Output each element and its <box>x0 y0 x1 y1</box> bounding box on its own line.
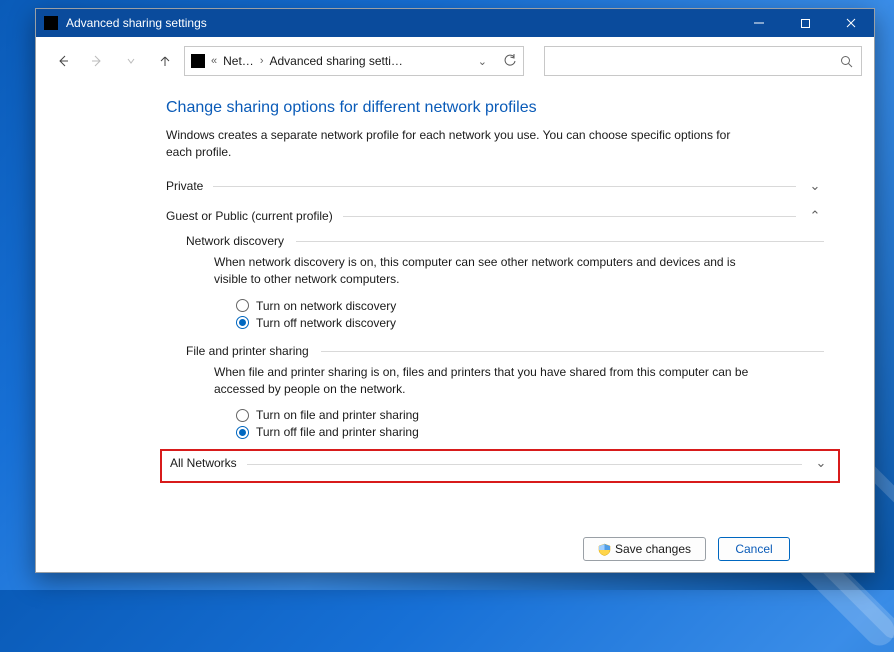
close-button[interactable] <box>828 9 874 37</box>
chevron-down-icon: ⌄ <box>806 178 824 194</box>
window: Advanced sharing settings « Net… › <box>35 8 875 573</box>
footer: Save changes Cancel <box>36 526 874 572</box>
radio-label: Turn off file and printer sharing <box>256 425 419 439</box>
radio-label: Turn on file and printer sharing <box>256 408 419 422</box>
radio-file-printer-on[interactable]: Turn on file and printer sharing <box>236 408 824 422</box>
radio-network-discovery-on[interactable]: Turn on network discovery <box>236 299 824 313</box>
breadcrumb-seg1[interactable]: Net… <box>223 54 254 68</box>
minimize-button[interactable] <box>736 9 782 37</box>
search-icon <box>840 55 853 68</box>
recent-dropdown[interactable] <box>116 46 146 76</box>
forward-button[interactable] <box>82 46 112 76</box>
window-title: Advanced sharing settings <box>66 16 207 30</box>
subsection-network-discovery: Network discovery <box>186 234 824 248</box>
file-printer-description: When file and printer sharing is on, fil… <box>214 364 754 399</box>
address-bar[interactable]: « Net… › Advanced sharing setti… ⌄ <box>184 46 524 76</box>
refresh-button[interactable] <box>503 54 517 68</box>
file-printer-label: File and printer sharing <box>186 344 309 358</box>
radio-label: Turn on network discovery <box>256 299 396 313</box>
section-private-label: Private <box>166 179 203 193</box>
maximize-button[interactable] <box>782 9 828 37</box>
network-discovery-radios: Turn on network discovery Turn off netwo… <box>236 299 824 330</box>
save-changes-button[interactable]: Save changes <box>583 537 706 561</box>
save-changes-label: Save changes <box>615 542 691 556</box>
cancel-button[interactable]: Cancel <box>718 537 790 561</box>
section-all-networks[interactable]: All Networks ⌄ <box>170 455 830 471</box>
section-guest[interactable]: Guest or Public (current profile) ⌃ <box>166 208 824 224</box>
network-discovery-label: Network discovery <box>186 234 284 248</box>
back-button[interactable] <box>48 46 78 76</box>
search-input[interactable] <box>544 46 862 76</box>
section-private[interactable]: Private ⌄ <box>166 178 824 194</box>
uac-shield-icon <box>598 543 611 556</box>
page-description: Windows creates a separate network profi… <box>166 127 746 162</box>
address-dropdown-icon[interactable]: ⌄ <box>478 55 487 68</box>
radio-file-printer-off[interactable]: Turn off file and printer sharing <box>236 425 824 439</box>
content: Change sharing options for different net… <box>36 85 874 526</box>
radio-network-discovery-off[interactable]: Turn off network discovery <box>236 316 824 330</box>
file-printer-radios: Turn on file and printer sharing Turn of… <box>236 408 824 439</box>
chevron-left-icon: « <box>211 55 217 67</box>
up-button[interactable] <box>150 46 180 76</box>
network-discovery-description: When network discovery is on, this compu… <box>214 254 754 289</box>
chevron-up-icon: ⌃ <box>806 208 824 224</box>
radio-checked-icon <box>236 426 249 439</box>
titlebar: Advanced sharing settings <box>36 9 874 37</box>
nav-row: « Net… › Advanced sharing setti… ⌄ <box>36 37 874 85</box>
highlight-all-networks: All Networks ⌄ <box>160 449 840 483</box>
page-heading: Change sharing options for different net… <box>166 99 824 117</box>
section-guest-label: Guest or Public (current profile) <box>166 209 333 223</box>
app-icon <box>44 16 58 30</box>
radio-icon <box>236 409 249 422</box>
subsection-file-printer: File and printer sharing <box>186 344 824 358</box>
radio-checked-icon <box>236 316 249 329</box>
breadcrumb-seg2[interactable]: Advanced sharing setti… <box>269 54 402 68</box>
section-all-networks-label: All Networks <box>170 456 237 470</box>
radio-label: Turn off network discovery <box>256 316 396 330</box>
location-icon <box>191 54 205 68</box>
chevron-down-icon: ⌄ <box>812 455 830 471</box>
chevron-right-icon: › <box>260 55 264 67</box>
cancel-label: Cancel <box>735 542 772 556</box>
radio-icon <box>236 299 249 312</box>
